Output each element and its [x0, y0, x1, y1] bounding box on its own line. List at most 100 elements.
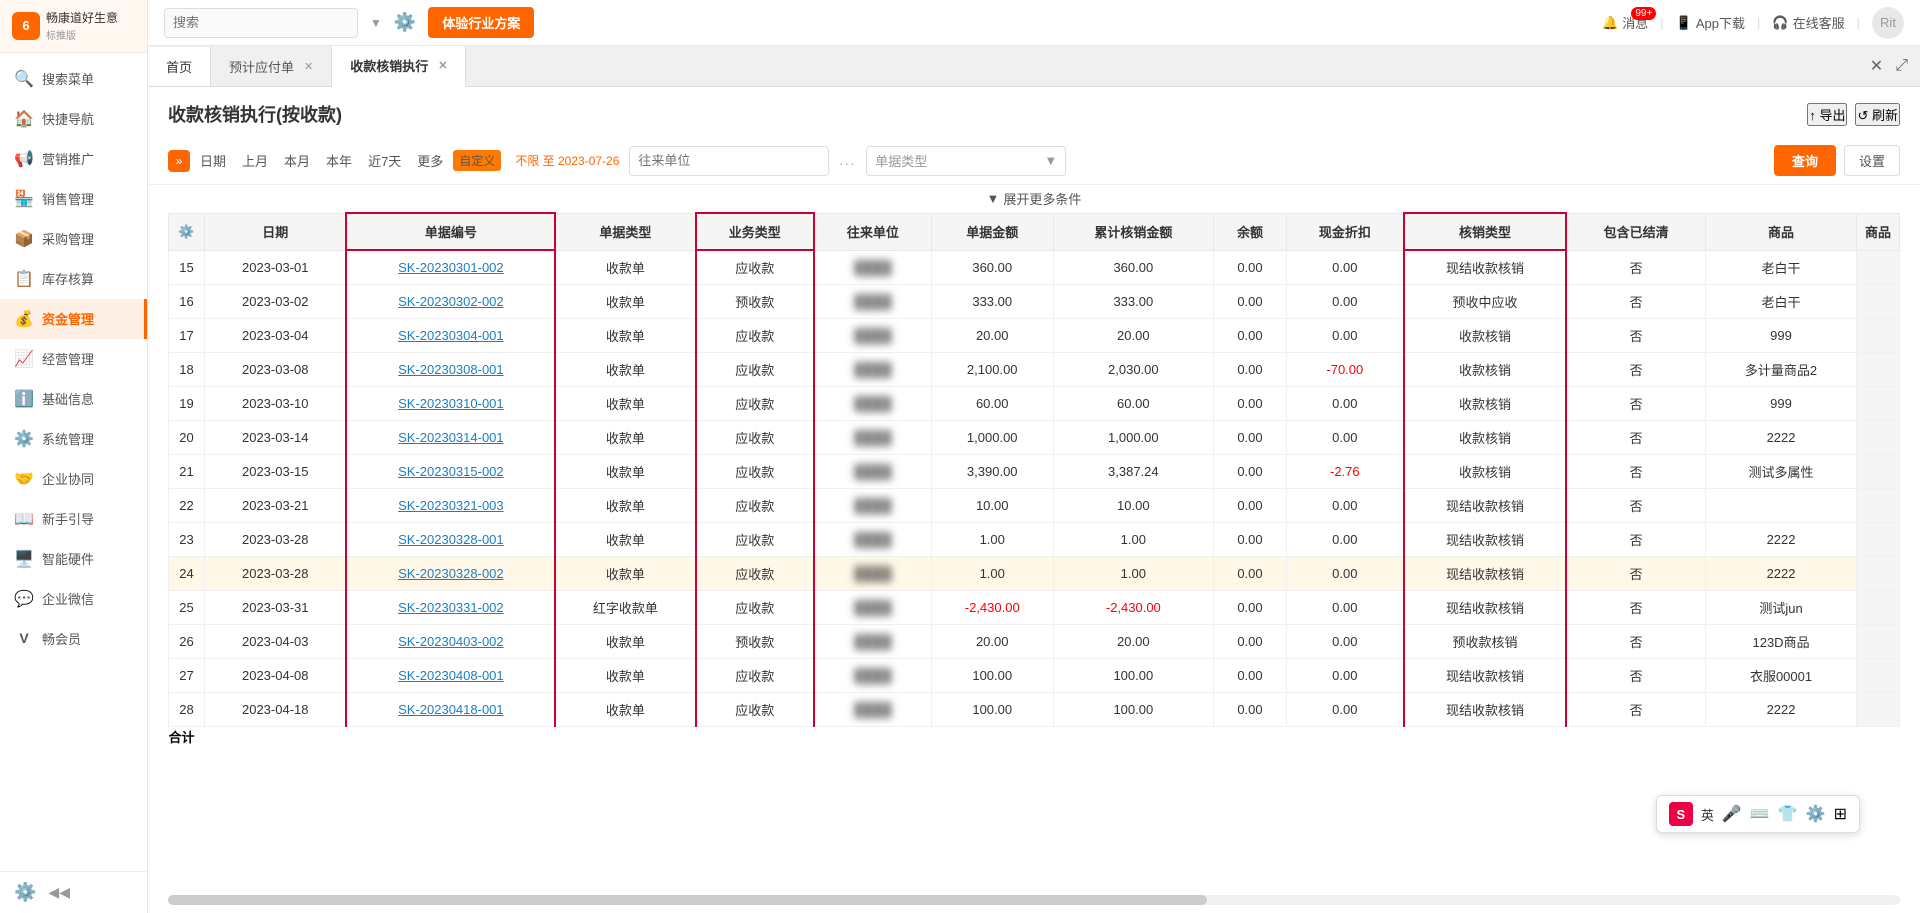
row-code[interactable]: SK-20230328-002	[346, 557, 555, 591]
sidebar-item-guide[interactable]: 📖 新手引导	[0, 499, 147, 539]
footer-cancel	[1404, 727, 1566, 747]
row-date: 2023-03-01	[205, 250, 347, 285]
sidebar-item-sales[interactable]: 🏪 销售管理	[0, 179, 147, 219]
row-code[interactable]: SK-20230304-001	[346, 319, 555, 353]
query-button[interactable]: 查询	[1774, 145, 1836, 176]
search-input[interactable]	[164, 8, 358, 38]
sidebar-item-finance[interactable]: 💰 资金管理	[0, 299, 147, 339]
row-code[interactable]: SK-20230302-002	[346, 285, 555, 319]
this-month-button[interactable]: 本月	[278, 149, 316, 172]
col-unit: 往来单位	[814, 213, 932, 250]
ime-mic-icon[interactable]: 🎤	[1722, 804, 1742, 824]
table-row: 172023-03-04SK-20230304-001收款单应收款████20.…	[169, 319, 1900, 353]
sidebar-item-marketing[interactable]: 📢 营销推广	[0, 139, 147, 179]
row-biz-type: 应收款	[696, 659, 814, 693]
row-code[interactable]: SK-20230321-003	[346, 489, 555, 523]
row-discount: 0.00	[1286, 591, 1404, 625]
sidebar-item-operation[interactable]: 📈 经营管理	[0, 339, 147, 379]
footer-label: 合计	[169, 727, 932, 747]
close-prepay-icon[interactable]: ✕	[304, 60, 313, 73]
row-code[interactable]: SK-20230315-002	[346, 455, 555, 489]
row-bill-type: 收款单	[555, 353, 695, 387]
sidebar-item-quick-nav[interactable]: 🏠 快捷导航	[0, 99, 147, 139]
row-no: 24	[169, 557, 205, 591]
row-cancel-type: 现结收款核销	[1404, 557, 1566, 591]
refresh-button[interactable]: ↺ 刷新	[1855, 103, 1900, 126]
topbar-gear-icon[interactable]: ⚙️	[394, 12, 416, 33]
row-accum: 20.00	[1053, 319, 1214, 353]
row-code[interactable]: SK-20230408-001	[346, 659, 555, 693]
row-code[interactable]: SK-20230308-001	[346, 353, 555, 387]
customer-service-button[interactable]: 🎧 在线客服	[1772, 13, 1844, 32]
receipt-type-dropdown[interactable]: 单据类型 ▼	[866, 146, 1066, 176]
sidebar-item-wechat[interactable]: 💬 企业微信	[0, 579, 147, 619]
row-balance: 0.00	[1214, 557, 1287, 591]
row-product2-img	[1856, 455, 1899, 489]
custom-date-button[interactable]: 自定义	[453, 150, 501, 171]
corp-icon: 🤝	[14, 469, 34, 489]
tab-home[interactable]: 首页	[148, 47, 211, 86]
sidebar-item-hardware[interactable]: 🖥️ 智能硬件	[0, 539, 147, 579]
table-row: 212023-03-15SK-20230315-002收款单应收款████3,3…	[169, 455, 1900, 489]
notification-icon: 🔔	[1602, 15, 1618, 31]
sidebar-label: 营销推广	[42, 149, 94, 168]
row-code[interactable]: SK-20230403-002	[346, 625, 555, 659]
solution-button[interactable]: 体验行业方案	[428, 7, 534, 38]
col-product2: 商品	[1856, 213, 1899, 250]
setting-button[interactable]: 设置	[1844, 145, 1900, 176]
row-product1: 999	[1706, 387, 1857, 421]
inventory-icon: 📋	[14, 269, 34, 289]
close-collection-icon[interactable]: ✕	[438, 59, 447, 72]
export-button[interactable]: ↑ 导出	[1807, 103, 1847, 126]
tab-close-button[interactable]: ✕	[1866, 52, 1887, 80]
last-month-button[interactable]: 上月	[236, 149, 274, 172]
sidebar-footer: ⚙️ ◀◀	[0, 871, 147, 913]
row-amount: 1.00	[931, 523, 1053, 557]
ime-grid-icon[interactable]: ⊞	[1834, 804, 1847, 824]
col-settings[interactable]: ⚙️	[169, 213, 205, 250]
notification-button[interactable]: 🔔 消息 99+	[1602, 13, 1648, 32]
sidebar-item-basic[interactable]: ℹ️ 基础信息	[0, 379, 147, 419]
tab-bar: 首页 预计应付单 ✕ 收款核销执行 ✕ ✕ ⤢	[148, 46, 1920, 87]
last7-button[interactable]: 近7天	[362, 149, 407, 172]
row-product2-img	[1856, 353, 1899, 387]
ime-skin-icon[interactable]: 👕	[1778, 804, 1798, 824]
sidebar-item-system[interactable]: ⚙️ 系统管理	[0, 419, 147, 459]
expand-more-bar[interactable]: ▼ 展开更多条件	[148, 185, 1920, 212]
user-avatar[interactable]: Rit	[1872, 7, 1904, 39]
row-code[interactable]: SK-20230418-001	[346, 693, 555, 727]
this-year-button[interactable]: 本年	[320, 149, 358, 172]
app-download-button[interactable]: 📱 App下载	[1676, 13, 1745, 32]
ime-settings-icon[interactable]: ⚙️	[1806, 804, 1826, 824]
sidebar-item-inventory[interactable]: 📋 库存核算	[0, 259, 147, 299]
table-row: 252023-03-31SK-20230331-002红字收款单应收款████-…	[169, 591, 1900, 625]
row-biz-type: 应收款	[696, 421, 814, 455]
horizontal-scrollbar[interactable]	[168, 895, 1900, 905]
row-unit: ████	[814, 319, 932, 353]
scrollbar-thumb[interactable]	[168, 895, 1207, 905]
row-code[interactable]: SK-20230314-001	[346, 421, 555, 455]
row-bill-type: 红字收款单	[555, 591, 695, 625]
sidebar-item-search[interactable]: 🔍 搜索菜单	[0, 59, 147, 99]
collapse-icon[interactable]: ◀◀	[48, 884, 70, 901]
sidebar-item-purchase[interactable]: 📦 采购管理	[0, 219, 147, 259]
tab-collection[interactable]: 收款核销执行 ✕	[332, 46, 466, 87]
ime-keyboard-icon[interactable]: ⌨️	[1750, 804, 1770, 824]
sidebar-item-corp[interactable]: 🤝 企业协同	[0, 459, 147, 499]
row-included: 否	[1566, 625, 1705, 659]
row-cancel-type: 现结收款核销	[1404, 693, 1566, 727]
basic-icon: ℹ️	[14, 389, 34, 409]
filter-toggle-button[interactable]: »	[168, 150, 190, 172]
row-included: 否	[1566, 421, 1705, 455]
row-code[interactable]: SK-20230328-001	[346, 523, 555, 557]
row-code[interactable]: SK-20230331-002	[346, 591, 555, 625]
more-button[interactable]: 更多	[411, 149, 449, 172]
tab-expand-button[interactable]: ⤢	[1891, 53, 1912, 79]
tab-prepay[interactable]: 预计应付单 ✕	[211, 47, 332, 86]
row-code[interactable]: SK-20230310-001	[346, 387, 555, 421]
sidebar-item-member[interactable]: V 畅会员	[0, 619, 147, 658]
row-product1: 老白干	[1706, 250, 1857, 285]
settings-icon[interactable]: ⚙️	[14, 882, 36, 903]
unit-filter-input[interactable]	[629, 146, 829, 176]
row-code[interactable]: SK-20230301-002	[346, 250, 555, 285]
